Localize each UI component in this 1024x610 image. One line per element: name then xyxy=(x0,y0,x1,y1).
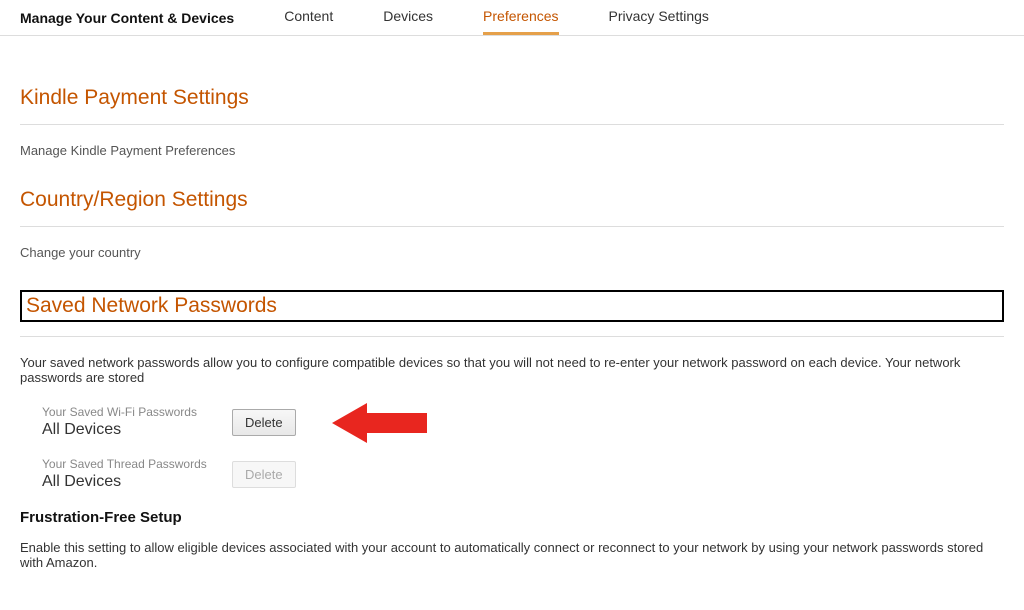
annotation-arrow-icon xyxy=(332,399,432,447)
tab-preferences[interactable]: Preferences xyxy=(483,0,558,35)
page-title: Manage Your Content & Devices xyxy=(20,10,234,26)
thread-labels: Your Saved Thread Passwords All Devices xyxy=(42,457,232,491)
tabs: Content Devices Preferences Privacy Sett… xyxy=(284,0,709,35)
tab-privacy-settings[interactable]: Privacy Settings xyxy=(609,0,709,35)
delete-wifi-button[interactable]: Delete xyxy=(232,409,296,436)
wifi-label-big: All Devices xyxy=(42,421,232,439)
saved-network-description: Your saved network passwords allow you t… xyxy=(20,355,1004,385)
thread-label-small: Your Saved Thread Passwords xyxy=(42,457,232,471)
country-region-link[interactable]: Change your country xyxy=(20,245,1004,260)
content-area: Kindle Payment Settings Manage Kindle Pa… xyxy=(0,36,1024,610)
kindle-payment-link[interactable]: Manage Kindle Payment Preferences xyxy=(20,143,1004,158)
thread-label-big: All Devices xyxy=(42,473,232,491)
divider xyxy=(20,226,1004,227)
wifi-labels: Your Saved Wi-Fi Passwords All Devices xyxy=(42,405,232,439)
divider xyxy=(20,336,1004,337)
wifi-label-small: Your Saved Wi-Fi Passwords xyxy=(42,405,232,419)
thread-passwords-row: Your Saved Thread Passwords All Devices … xyxy=(42,457,1004,491)
tab-content[interactable]: Content xyxy=(284,0,333,35)
wifi-passwords-row: Your Saved Wi-Fi Passwords All Devices D… xyxy=(42,405,1004,439)
frustration-free-description: Enable this setting to allow eligible de… xyxy=(20,540,1004,570)
tab-devices[interactable]: Devices xyxy=(383,0,433,35)
frustration-free-heading: Frustration-Free Setup xyxy=(20,509,1004,526)
header-nav: Manage Your Content & Devices Content De… xyxy=(0,0,1024,36)
country-region-title: Country/Region Settings xyxy=(20,188,1004,212)
divider xyxy=(20,124,1004,125)
kindle-payment-title: Kindle Payment Settings xyxy=(20,86,1004,110)
delete-thread-button: Delete xyxy=(232,461,296,488)
saved-network-passwords-title: Saved Network Passwords xyxy=(20,290,1004,322)
